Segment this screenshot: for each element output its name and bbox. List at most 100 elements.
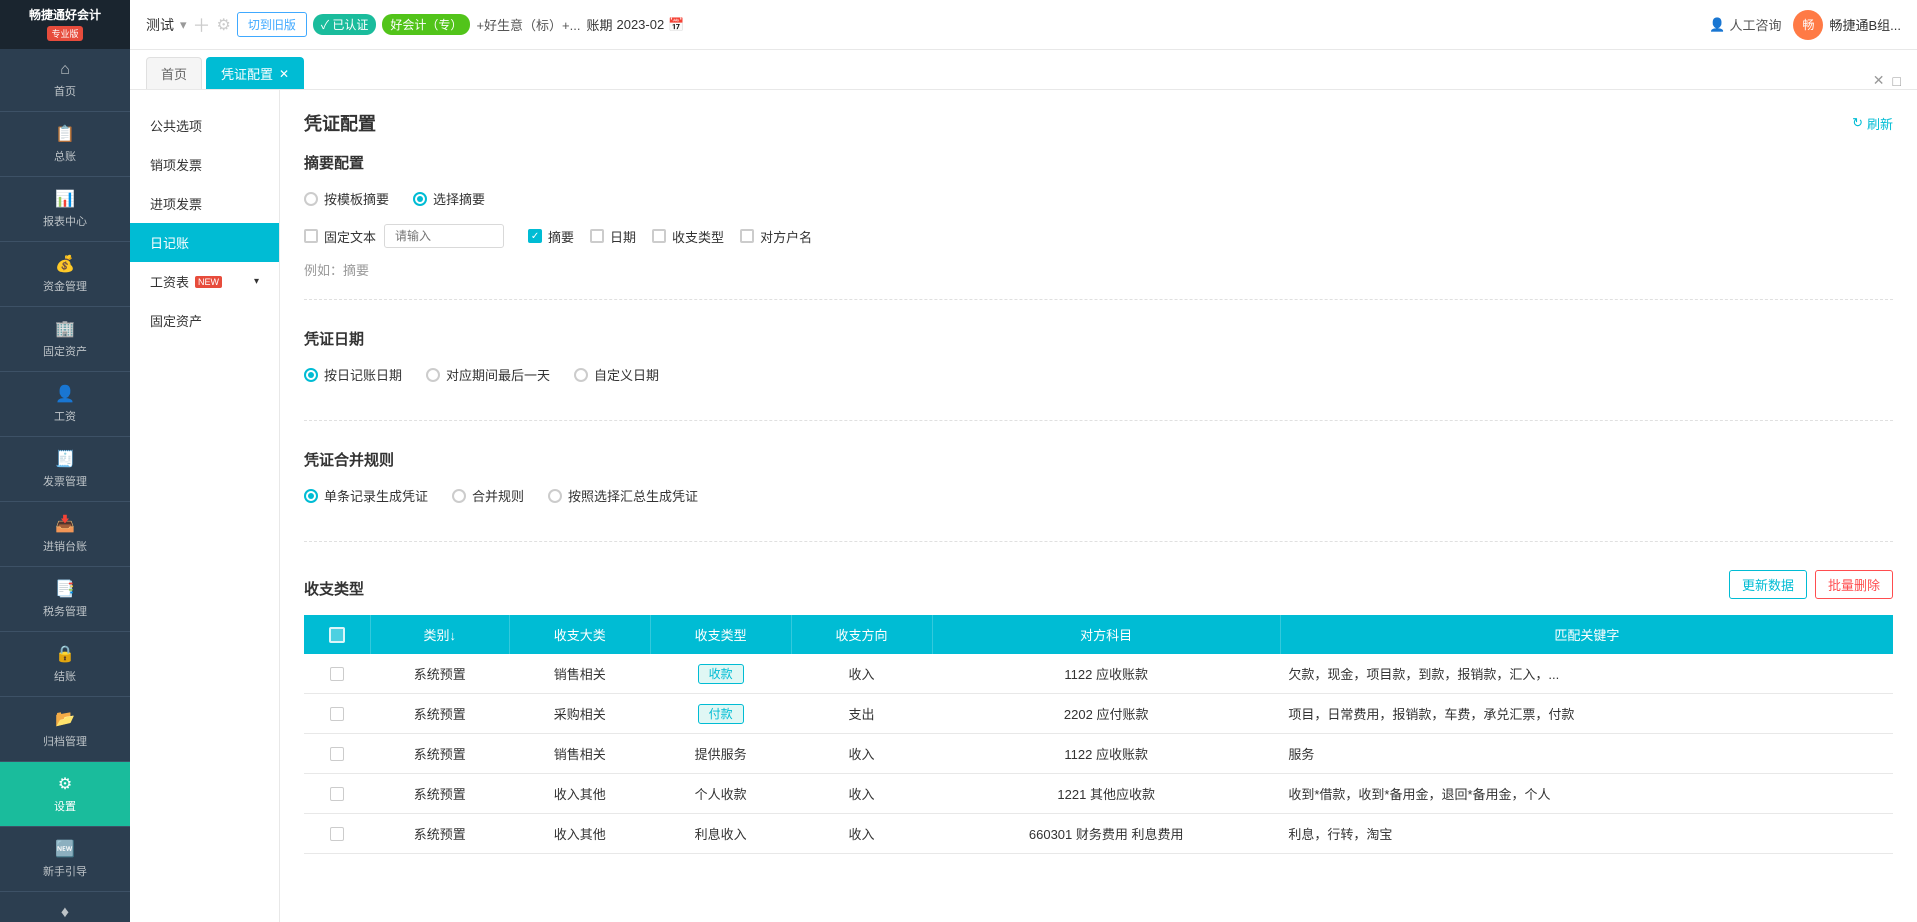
sidebar-item-报表中心[interactable]: 📊报表中心 <box>0 177 130 242</box>
sidebar-item-畅会员[interactable]: ♦畅会员 <box>0 892 130 922</box>
summary-checkbox-group: 摘要 日期 收支类型 <box>528 227 812 246</box>
summary-radio-select[interactable]: 选择摘要 <box>413 189 485 208</box>
row-bigtype-2: 销售相关 <box>509 734 650 774</box>
sidebar-item-结账[interactable]: 🔒结账 <box>0 632 130 697</box>
row-checkbox-0[interactable] <box>304 654 370 694</box>
date-radio-journal[interactable]: 按日记账日期 <box>304 365 402 384</box>
left-nav-item-进项发票[interactable]: 进项发票 <box>130 184 279 223</box>
checkbox-date[interactable]: 日期 <box>590 227 636 246</box>
switch-version-button[interactable]: 切到旧版 <box>237 12 307 37</box>
checkbox-type[interactable]: 收支类型 <box>652 227 724 246</box>
table-header-1[interactable]: 类别↓ <box>370 615 509 654</box>
window-maximize-icon[interactable]: □ <box>1893 73 1901 89</box>
sidebar-item-总账[interactable]: 📋总账 <box>0 112 130 177</box>
new-badge-工资表: NEW <box>195 276 222 288</box>
merge-radio-rule-label: 合并规则 <box>472 486 524 505</box>
row-check-box-3[interactable] <box>330 787 344 801</box>
type-tag-0[interactable]: 收款 <box>698 664 744 684</box>
left-nav-item-公共选项[interactable]: 公共选项 <box>130 106 279 145</box>
merge-radio-rule[interactable]: 合并规则 <box>452 486 524 505</box>
sidebar-item-工资[interactable]: 👤工资 <box>0 372 130 437</box>
summary-radio-group: 按模板摘要 选择摘要 <box>304 189 1893 208</box>
left-nav-label-固定资产: 固定资产 <box>150 311 202 330</box>
sidebar-item-资金管理[interactable]: 💰资金管理 <box>0 242 130 307</box>
row-category-4: 系统预置 <box>370 814 509 854</box>
radio-template-circle <box>304 192 318 206</box>
left-nav-item-固定资产[interactable]: 固定资产 <box>130 301 279 340</box>
sidebar-icon-结账: 🔒 <box>55 644 75 664</box>
sidebar-item-设置[interactable]: ⚙设置 <box>0 762 130 827</box>
sidebar-item-固定资产[interactable]: 🏢固定资产 <box>0 307 130 372</box>
left-nav-label-工资表: 工资表 <box>150 272 189 291</box>
row-keywords-1: 项目，日常费用，报销款，车费，承兑汇票，付款 <box>1280 694 1893 734</box>
date-radio-period-last[interactable]: 对应期间最后一天 <box>426 365 550 384</box>
sidebar-item-归档管理[interactable]: 📂归档管理 <box>0 697 130 762</box>
row-check-box-2[interactable] <box>330 747 344 761</box>
left-nav-item-日记账[interactable]: 日记账 <box>130 223 279 262</box>
left-nav-item-销项发票[interactable]: 销项发票 <box>130 145 279 184</box>
example-text: 例如：摘要 <box>304 260 1893 279</box>
select-all-checkbox[interactable] <box>329 627 345 643</box>
left-nav-label-日记账: 日记账 <box>150 233 189 252</box>
settings-icon[interactable]: ⚙ <box>217 15 231 35</box>
row-check-box-4[interactable] <box>330 827 344 841</box>
window-close-icon[interactable]: ✕ <box>1873 72 1885 89</box>
row-keywords-2: 服务 <box>1280 734 1893 774</box>
sidebar-icon-总账: 📋 <box>55 124 75 144</box>
sidebar-label-首页: 首页 <box>54 83 76 99</box>
sidebar-item-税务管理[interactable]: 📑税务管理 <box>0 567 130 632</box>
sidebar-item-新手引导[interactable]: 🆕新手引导 <box>0 827 130 892</box>
period-label: 账期 <box>586 15 612 34</box>
income-expense-table: 类别↓收支大类收支类型收支方向对方科目匹配关键字 系统预置销售相关收款收入112… <box>304 615 1893 854</box>
date-radio-custom[interactable]: 自定义日期 <box>574 365 659 384</box>
row-checkbox-2[interactable] <box>304 734 370 774</box>
merge-rule-radio-group: 单条记录生成凭证 合并规则 按照选择汇总生成凭证 <box>304 486 1893 505</box>
date-radio-custom-circle <box>574 368 588 382</box>
type-tag-1[interactable]: 付款 <box>698 704 744 724</box>
sidebar-item-进销台账[interactable]: 📥进销台账 <box>0 502 130 567</box>
tab-close-凭证配置[interactable]: ✕ <box>279 67 289 81</box>
row-check-box-0[interactable] <box>330 667 344 681</box>
username-label: 畅捷通B组... <box>1829 15 1901 34</box>
checkbox-summary[interactable]: 摘要 <box>528 227 574 246</box>
left-nav-label-进项发票: 进项发票 <box>150 194 202 213</box>
tab-首页[interactable]: 首页 <box>146 57 202 89</box>
sidebar-label-发票管理: 发票管理 <box>43 473 87 489</box>
service-label: 人工咨询 <box>1729 15 1781 34</box>
date-radio-custom-label: 自定义日期 <box>594 365 659 384</box>
tab-凭证配置[interactable]: 凭证配置✕ <box>206 57 304 89</box>
fixed-text-checkbox[interactable]: 固定文本 <box>304 227 376 246</box>
left-nav-item-工资表[interactable]: 工资表NEW▾ <box>130 262 279 301</box>
calendar-icon[interactable]: 📅 <box>668 17 684 33</box>
tab-bar: 首页凭证配置✕ ✕ □ <box>130 50 1917 90</box>
merge-radio-single[interactable]: 单条记录生成凭证 <box>304 486 428 505</box>
row-checkbox-1[interactable] <box>304 694 370 734</box>
checkbox-counterpart[interactable]: 对方户名 <box>740 227 812 246</box>
merge-radio-summary[interactable]: 按照选择汇总生成凭证 <box>548 486 698 505</box>
sidebar-label-归档管理: 归档管理 <box>43 733 87 749</box>
update-data-button[interactable]: 更新数据 <box>1729 570 1807 599</box>
sidebar-item-发票管理[interactable]: 🧾发票管理 <box>0 437 130 502</box>
row-checkbox-3[interactable] <box>304 774 370 814</box>
sidebar-icon-首页: ⌂ <box>60 61 70 79</box>
user-avatar: 畅 <box>1793 10 1823 40</box>
sidebar-item-首页[interactable]: ⌂ 首页 <box>0 49 130 112</box>
checkbox-date-label: 日期 <box>610 227 636 246</box>
fixed-text-input[interactable] <box>384 224 504 248</box>
tab-label-首页: 首页 <box>161 64 187 83</box>
refresh-button[interactable]: ↻ 刷新 <box>1852 114 1893 133</box>
income-expense-title: 收支类型 <box>304 578 364 599</box>
summary-config-title: 摘要配置 <box>304 152 1893 173</box>
voucher-date-title: 凭证日期 <box>304 328 1893 349</box>
row-checkbox-4[interactable] <box>304 814 370 854</box>
summary-radio-template[interactable]: 按模板摘要 <box>304 189 389 208</box>
main-area: 测试 ▾ ＋ ⚙ 切到旧版 ✓ 已认证 好会计（专） +好生意（标）+... 账… <box>130 0 1917 922</box>
batch-delete-button[interactable]: 批量删除 <box>1815 570 1893 599</box>
row-account-2: 1122 应收账款 <box>932 734 1280 774</box>
dropdown-arrow-icon[interactable]: ▾ <box>180 17 187 33</box>
add-icon[interactable]: ＋ <box>193 12 211 38</box>
service-button[interactable]: 👤 人工咨询 <box>1709 15 1781 34</box>
row-check-box-1[interactable] <box>330 707 344 721</box>
date-radio-journal-circle <box>304 368 318 382</box>
user-menu[interactable]: 畅 畅捷通B组... <box>1793 10 1901 40</box>
